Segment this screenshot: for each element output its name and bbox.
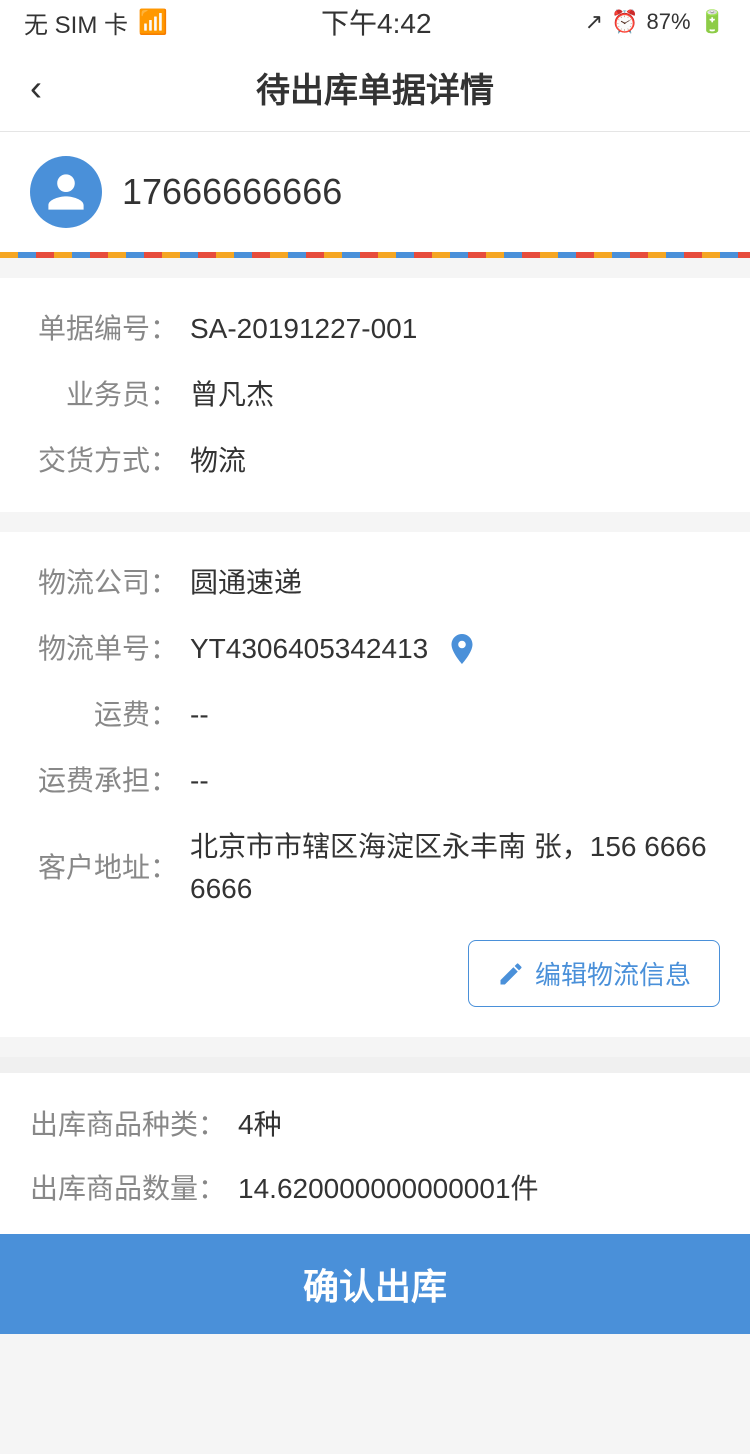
edit-btn-wrap: 编辑物流信息 <box>30 940 720 1007</box>
dashed-divider <box>0 252 750 258</box>
logistics-company-value: 圆通速递 <box>190 562 720 604</box>
confirm-outbound-label: 确认出库 <box>303 1258 447 1310</box>
logistics-section: 物流公司： 圆通速递 物流单号： YT4306405342413 运费： -- … <box>0 532 750 1037</box>
freight-value: -- <box>190 694 720 736</box>
wifi-icon: 📶 <box>138 8 168 37</box>
nav-bar: ‹ 待出库单据详情 <box>0 44 750 132</box>
goods-quantity-value: 14.620000000000001件 <box>238 1167 720 1207</box>
logistics-company-label: 物流公司： <box>30 562 190 604</box>
address-row: 客户地址： 北京市市辖区海淀区永丰南 张，156 6666 6666 <box>30 826 720 910</box>
location-status-icon: ↗ <box>585 9 603 35</box>
freight-bear-value: -- <box>190 760 720 802</box>
order-no-row: 单据编号： SA-20191227-001 <box>30 308 720 350</box>
freight-bear-label: 运费承担： <box>30 760 190 802</box>
tracking-value-wrap: YT4306405342413 <box>190 628 480 670</box>
tracking-location-icon[interactable] <box>444 631 480 667</box>
status-bar-time: 下午4:42 <box>321 2 432 42</box>
order-no-value: SA-20191227-001 <box>190 308 720 350</box>
edit-icon <box>497 960 525 988</box>
goods-types-value: 4种 <box>238 1103 720 1143</box>
alarm-icon: ⏰ <box>611 9 638 35</box>
basic-info-section: 单据编号： SA-20191227-001 业务员： 曾凡杰 交货方式： 物流 <box>0 278 750 512</box>
page-title: 待出库单据详情 <box>256 63 494 112</box>
salesperson-row: 业务员： 曾凡杰 <box>30 374 720 416</box>
confirm-outbound-button[interactable]: 确认出库 <box>0 1234 750 1334</box>
delivery-value: 物流 <box>190 440 720 482</box>
status-bar-left: 无 SIM 卡 📶 <box>24 5 168 40</box>
avatar <box>30 156 102 228</box>
customer-phone: 17666666666 <box>122 171 342 213</box>
goods-types-row: 出库商品种类： 4种 <box>30 1103 720 1143</box>
status-bar-right: ↗ ⏰ 87% 🔋 <box>585 9 726 35</box>
freight-label: 运费： <box>30 694 190 736</box>
battery-icon: 🔋 <box>699 9 726 35</box>
goods-types-label: 出库商品种类： <box>30 1103 238 1143</box>
back-button[interactable]: ‹ <box>30 70 42 106</box>
order-no-label: 单据编号： <box>30 308 190 350</box>
freight-row: 运费： -- <box>30 694 720 736</box>
salesperson-label: 业务员： <box>30 374 190 416</box>
salesperson-value: 曾凡杰 <box>190 374 720 416</box>
logistics-company-row: 物流公司： 圆通速递 <box>30 562 720 604</box>
address-value: 北京市市辖区海淀区永丰南 张，156 6666 6666 <box>190 826 720 910</box>
tracking-number: YT4306405342413 <box>190 628 428 670</box>
tracking-label: 物流单号： <box>30 628 190 670</box>
goods-quantity-row: 出库商品数量： 14.620000000000001件 <box>30 1167 720 1207</box>
section-separator <box>0 1057 750 1073</box>
edit-logistics-button[interactable]: 编辑物流信息 <box>468 940 720 1007</box>
tracking-row: 物流单号： YT4306405342413 <box>30 628 720 670</box>
battery-label: 87% <box>647 9 691 35</box>
address-label: 客户地址： <box>30 847 190 889</box>
carrier-label: 无 SIM 卡 <box>24 5 128 40</box>
delivery-row: 交货方式： 物流 <box>30 440 720 482</box>
freight-bear-row: 运费承担： -- <box>30 760 720 802</box>
goods-quantity-label: 出库商品数量： <box>30 1167 238 1207</box>
edit-logistics-label: 编辑物流信息 <box>535 955 691 992</box>
delivery-label: 交货方式： <box>30 440 190 482</box>
status-bar: 无 SIM 卡 📶 下午4:42 ↗ ⏰ 87% 🔋 <box>0 0 750 44</box>
customer-section: 17666666666 <box>0 132 750 252</box>
